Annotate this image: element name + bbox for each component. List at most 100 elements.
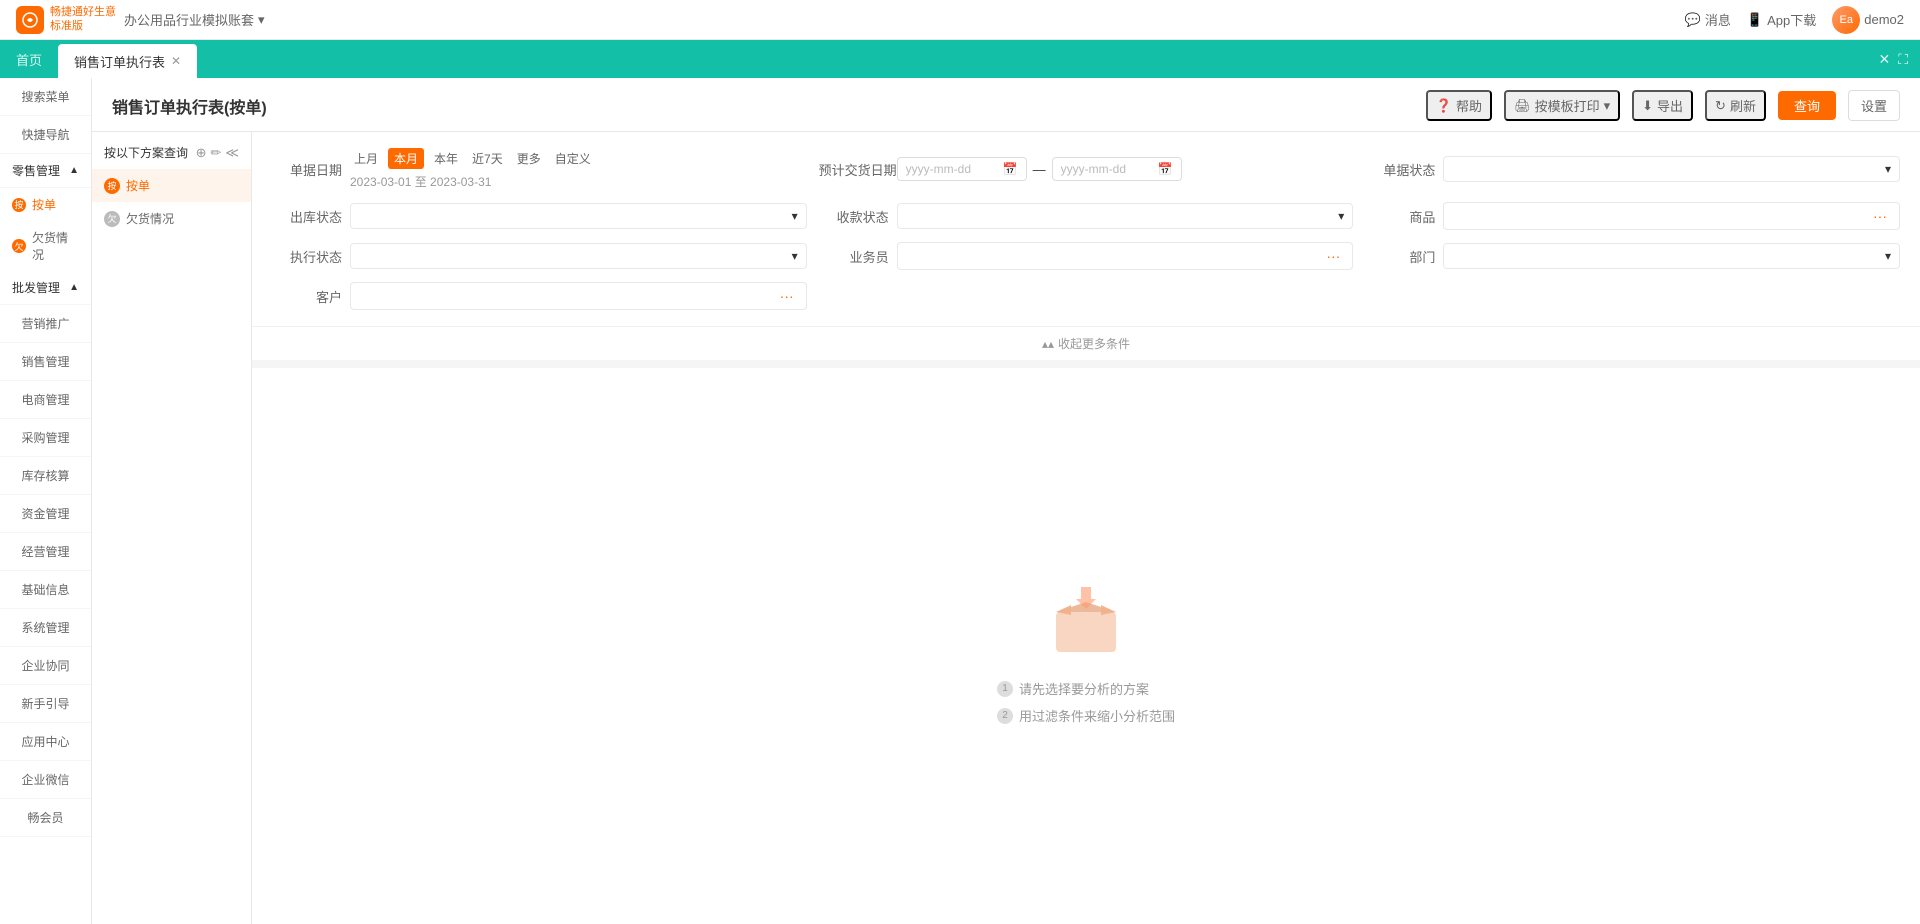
tab-home[interactable]: 首页 [0,40,58,78]
goods-input[interactable]: ··· [1443,202,1900,230]
sidebar-sub-item-press-order[interactable]: 按 按单 [0,188,91,221]
scheme-item-shortage[interactable]: 欠 欠货情况 [92,202,251,235]
retail-arrow: ▲ [69,165,79,176]
app-download-button[interactable]: 📱 App下载 [1747,10,1816,29]
sidebar-item-purchase[interactable]: 采购管理 [0,419,91,457]
user-menu[interactable]: Ea demo2 [1832,6,1904,34]
user-name: demo2 [1864,12,1904,27]
empty-state: 1 请先选择要分析的方案 2 用过滤条件来缩小分析范围 [252,368,1920,924]
sidebar-sub-item-shortage[interactable]: 欠 欠货情况 [0,221,91,271]
expand-button[interactable]: ⛶ [1898,51,1908,68]
export-icon: ⬇ [1642,98,1653,114]
order-status-select[interactable] [1443,156,1900,182]
member-label: 畅会员 [27,811,63,825]
sidebar-item-retail[interactable]: 零售管理 ▲ [0,154,91,188]
sidebar-item-marketing[interactable]: 营销推广 [0,305,91,343]
help-button[interactable]: ❓ 帮助 [1426,90,1492,121]
date-tab-custom[interactable]: 自定义 [551,148,595,169]
logo-icon [16,6,44,34]
basic-label: 基础信息 [21,583,69,597]
delivery-date-from-input[interactable]: yyyy-mm-dd 📅 [897,157,1027,181]
query-button[interactable]: 查询 [1778,91,1836,120]
sidebar-item-operations[interactable]: 经营管理 [0,533,91,571]
query-label: 查询 [1794,96,1820,115]
date-tab-last-month[interactable]: 上月 [350,148,382,169]
filter-cell-customer: 客户 ··· [272,282,807,310]
date-range-text: 2023-03-01 至 2023-03-31 [350,173,807,190]
sidebar-item-finance[interactable]: 资金管理 [0,495,91,533]
sidebar-item-sales[interactable]: 销售管理 [0,343,91,381]
date-tab-more[interactable]: 更多 [513,148,545,169]
payment-status-select[interactable] [897,203,1354,229]
page-header: 销售订单执行表(按单) ❓ 帮助 🖨 按模板打印 ▾ ⬇ 导出 [92,78,1920,132]
sidebar-quick-nav[interactable]: 快捷导航 [0,116,91,154]
sidebar-item-app-center[interactable]: 应用中心 [0,723,91,761]
page-title-row: 销售订单执行表(按单) ❓ 帮助 🖨 按模板打印 ▾ ⬇ 导出 [112,90,1900,121]
settings-button[interactable]: 设置 [1848,90,1900,121]
sidebar-item-enterprise-wechat[interactable]: 企业微信 [0,761,91,799]
refresh-button[interactable]: ↻ 刷新 [1705,90,1766,121]
header-left: 畅捷通好生意 标准版 办公用品行业模拟账套 ▾ [16,6,265,34]
edit-scheme-button[interactable]: ✏ [210,145,221,161]
sidebar-item-ecommerce[interactable]: 电商管理 [0,381,91,419]
wholesale-arrow: ▲ [69,282,79,293]
sidebar-item-basic[interactable]: 基础信息 [0,571,91,609]
salesperson-input[interactable]: ··· [897,242,1354,270]
filter-cell-order-status: 单据状态 [1365,156,1900,182]
content-body: 按以下方案查询 ⊕ ✏ ≪ 按 按单 欠 欠货情况 [92,132,1920,924]
step-1-number: 1 [997,681,1013,697]
date-tab-last7days[interactable]: 近7天 [468,148,507,169]
filter-row-3: 执行状态 业务员 ··· [272,242,1900,270]
delivery-date-to-input[interactable]: yyyy-mm-dd 📅 [1052,157,1182,181]
collapse-filters-button[interactable]: ▴▴ 收起更多条件 [252,326,1920,360]
date-tab-current-year[interactable]: 本年 [430,148,462,169]
sidebar-item-enterprise[interactable]: 企业协同 [0,647,91,685]
close-all-tabs-button[interactable]: ✕ [1878,51,1890,68]
date-tabs-row: 上月 本月 本年 近7天 更多 自定义 [350,148,807,169]
exec-status-label: 执行状态 [272,247,342,266]
dept-select[interactable] [1443,243,1900,269]
sidebar-item-newbie[interactable]: 新手引导 [0,685,91,723]
empty-step-1: 1 请先选择要分析的方案 [997,679,1175,698]
date-to-placeholder: yyyy-mm-dd [1061,162,1126,176]
tab-sales-order-exec[interactable]: 销售订单执行表 ✕ [58,44,197,78]
delivery-status-select[interactable] [350,203,807,229]
logo-text: 畅捷通好生意 标准版 [50,6,116,32]
salesperson-label: 业务员 [819,247,889,266]
sidebar-item-member[interactable]: 畅会员 [0,799,91,837]
sidebar: 搜索菜单 快捷导航 零售管理 ▲ 按 按单 欠 欠货情况 批发管理 ▲ 营销推广… [0,78,92,924]
app-title[interactable]: 办公用品行业模拟账套 ▾ [124,10,265,29]
message-button[interactable]: 💬 消息 [1685,10,1731,29]
settings-label: 设置 [1861,96,1887,115]
empty-step-2: 2 用过滤条件来缩小分析范围 [997,706,1175,725]
sidebar-search-menu[interactable]: 搜索菜单 [0,78,91,116]
app-center-label: 应用中心 [21,735,69,749]
date-range-separator: — [1033,162,1046,177]
sidebar-item-wholesale[interactable]: 批发管理 ▲ [0,271,91,305]
print-button[interactable]: 🖨 按模板打印 ▾ [1504,90,1620,121]
salesperson-more-button[interactable]: ··· [1322,248,1344,264]
exec-status-select[interactable] [350,243,807,269]
goods-more-button[interactable]: ··· [1869,208,1891,224]
filter-cell-payment-status: 收款状态 [819,203,1354,229]
sidebar-item-inventory[interactable]: 库存核算 [0,457,91,495]
date-tab-current-month[interactable]: 本月 [388,148,424,169]
press-order-label: 按单 [32,196,56,213]
tab-close-icon[interactable]: ✕ [171,54,181,68]
tab-bar: 首页 销售订单执行表 ✕ ✕ ⛶ [0,40,1920,78]
page-actions: ❓ 帮助 🖨 按模板打印 ▾ ⬇ 导出 ↻ 刷新 [1426,90,1900,121]
filter-row-1: 单据日期 上月 本月 本年 近7天 更多 自定义 20 [272,148,1900,190]
export-button[interactable]: ⬇ 导出 [1632,90,1693,121]
sales-label: 销售管理 [21,355,69,369]
sidebar-item-system[interactable]: 系统管理 [0,609,91,647]
add-scheme-button[interactable]: ⊕ [196,145,207,161]
press-order-icon: 按 [12,198,26,212]
customer-input[interactable]: ··· [350,282,807,310]
exec-status-dropdown-icon [792,249,798,263]
customer-more-button[interactable]: ··· [776,288,798,304]
order-status-dropdown-icon [1885,162,1891,176]
dept-dropdown-icon [1885,249,1891,263]
scheme-item-press-order[interactable]: 按 按单 [92,169,251,202]
collapse-panel-button[interactable]: ≪ [225,145,239,161]
filter-cell-exec-status: 执行状态 [272,243,807,269]
